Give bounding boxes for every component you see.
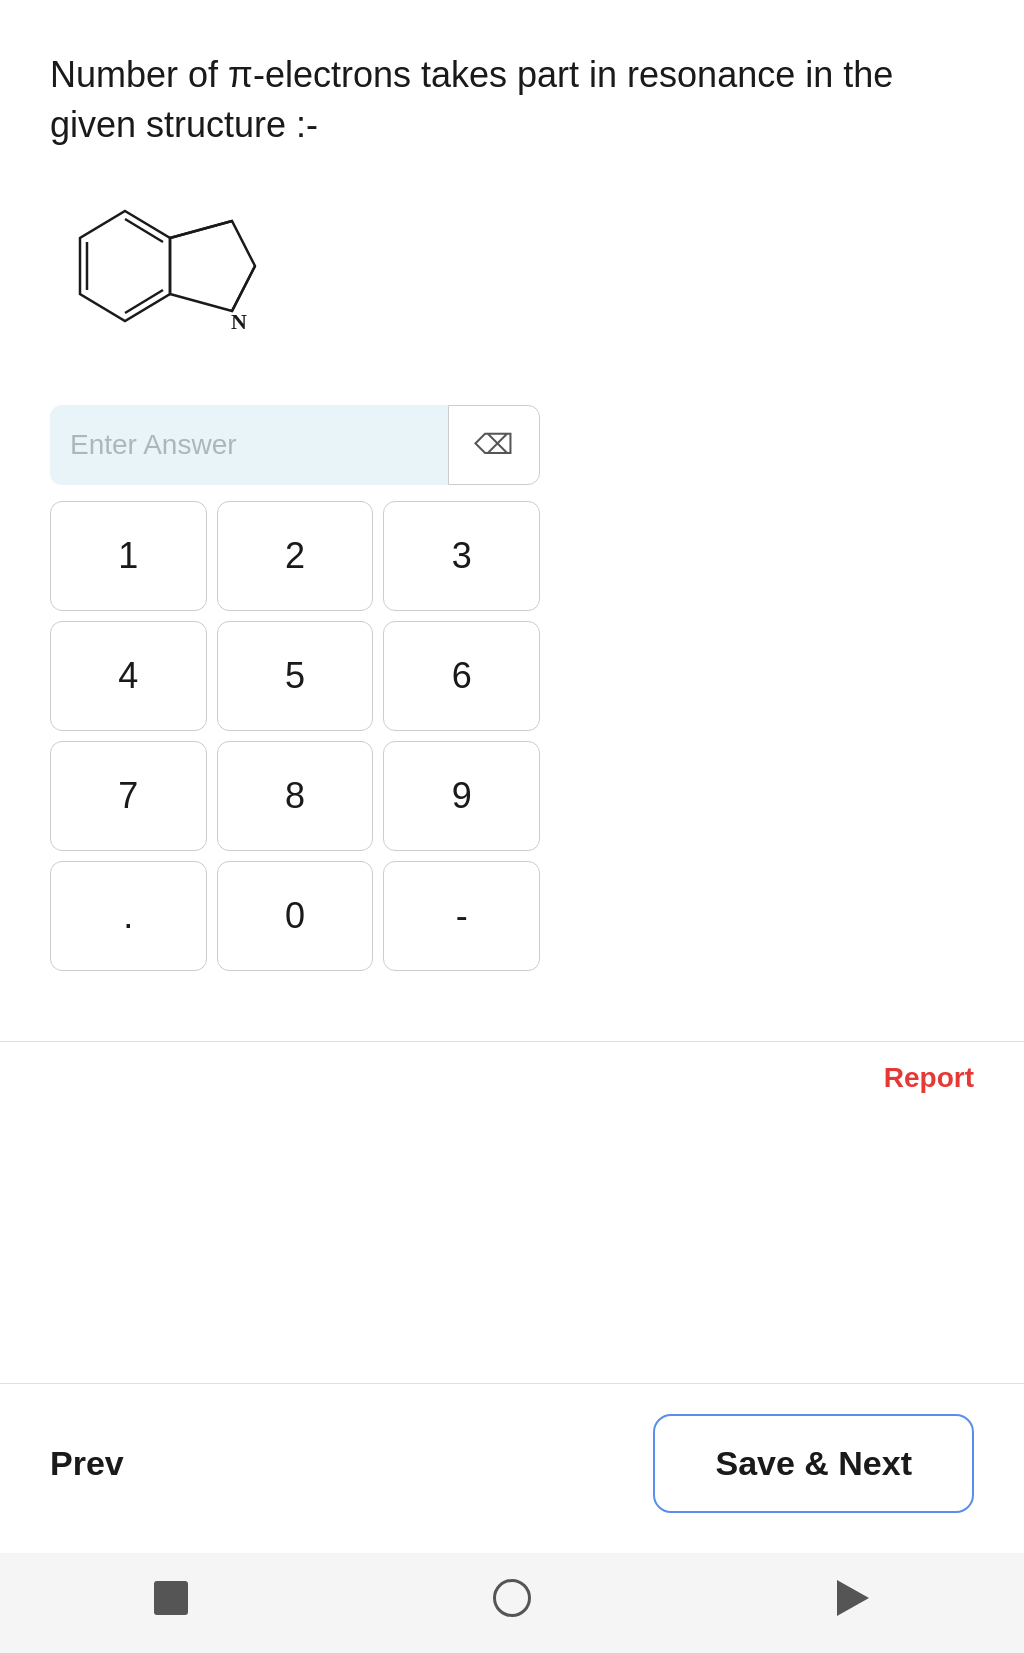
svg-marker-0 [80,211,170,321]
numpad-key-0[interactable]: 0 [217,861,374,971]
numpad-key-5[interactable]: 5 [217,621,374,731]
numpad-key-6[interactable]: 6 [383,621,540,731]
numpad-key-7[interactable]: 7 [50,741,207,851]
back-triangle-icon[interactable] [828,1573,878,1623]
save-next-button[interactable]: Save & Next [653,1414,974,1513]
report-row: Report [0,1042,1024,1094]
numpad-key-minus[interactable]: - [383,861,540,971]
home-circle-icon[interactable] [487,1573,537,1623]
svg-line-5 [170,221,232,238]
answer-input[interactable] [50,405,448,485]
answer-section: ⌫ 123 456 789.0- [50,405,974,971]
answer-input-row: ⌫ [50,405,540,485]
numpad: 123 456 789.0- [50,501,540,971]
report-button[interactable]: Report [884,1062,974,1094]
backspace-button[interactable]: ⌫ [448,405,540,485]
system-navigation-bar [0,1553,1024,1653]
numpad-key-2[interactable]: 2 [217,501,374,611]
numpad-key-9[interactable]: 9 [383,741,540,851]
numpad-key-4[interactable]: 4 [50,621,207,731]
home-square-icon[interactable] [146,1573,196,1623]
svg-line-6 [232,266,255,311]
svg-text:N: N [231,309,247,334]
numpad-key-dot[interactable]: . [50,861,207,971]
bottom-navigation: Prev Save & Next [0,1383,1024,1553]
numpad-key-8[interactable]: 8 [217,741,374,851]
molecule-image: N [50,191,270,355]
numpad-key-3[interactable]: 3 [383,501,540,611]
numpad-key-1[interactable]: 1 [50,501,207,611]
question-text: Number of π-electrons takes part in reso… [50,50,974,151]
prev-button[interactable]: Prev [50,1444,124,1483]
